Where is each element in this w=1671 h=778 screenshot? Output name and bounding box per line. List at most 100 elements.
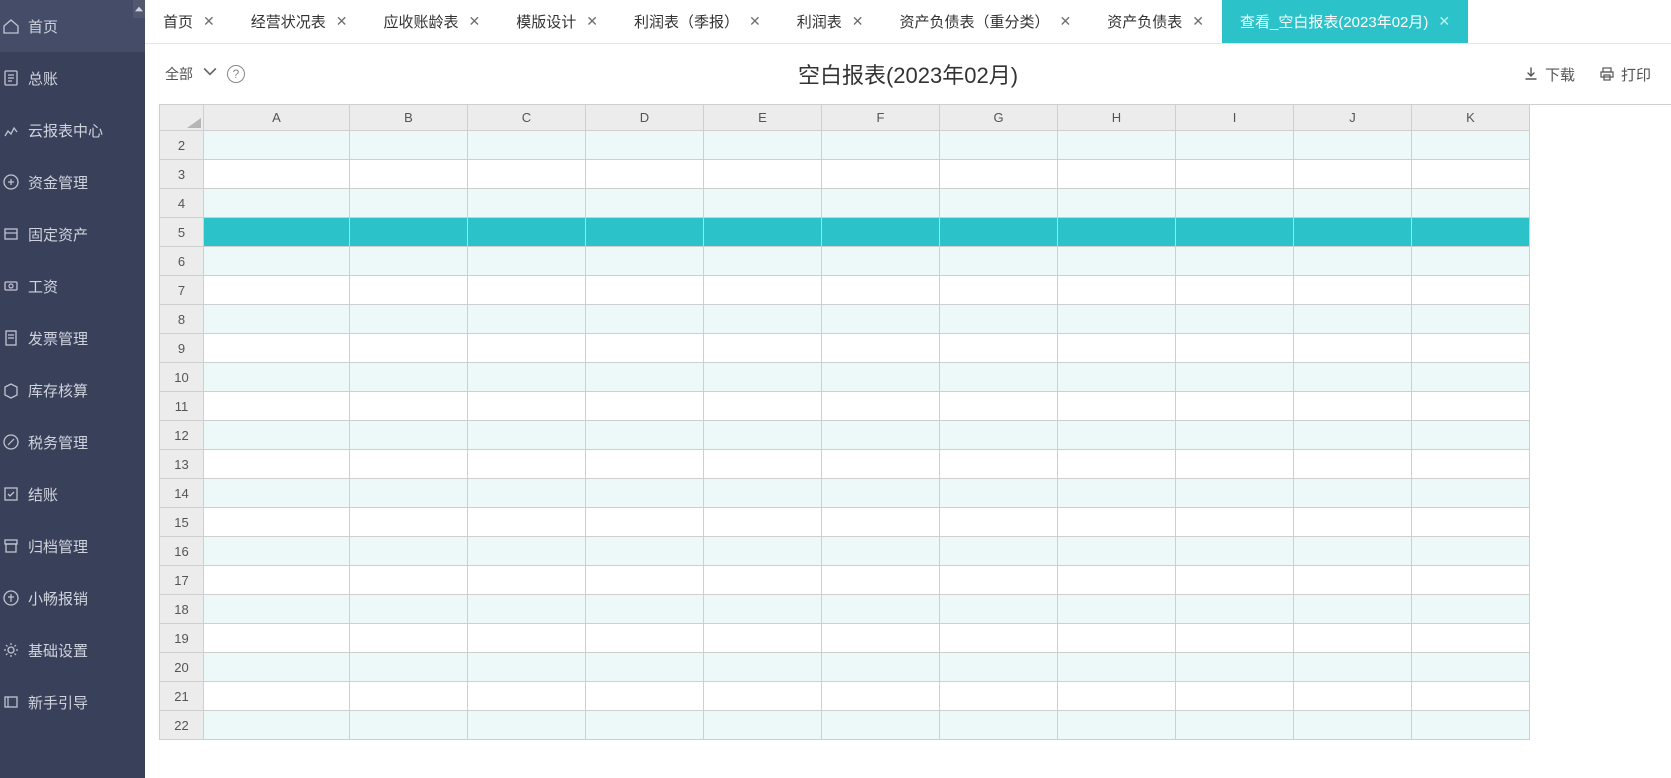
cell-K22[interactable] [1412,711,1530,740]
cell-H18[interactable] [1058,595,1176,624]
cell-D17[interactable] [586,566,704,595]
cell-H7[interactable] [1058,276,1176,305]
cell-I10[interactable] [1176,363,1294,392]
cell-C19[interactable] [468,624,586,653]
col-header-G[interactable]: G [940,105,1058,131]
cell-G5[interactable] [940,218,1058,247]
cell-D18[interactable] [586,595,704,624]
tab-8[interactable]: 查看_空白报表(2023年02月)✕ [1222,0,1468,43]
cell-C22[interactable] [468,711,586,740]
cell-E21[interactable] [704,682,822,711]
cell-J19[interactable] [1294,624,1412,653]
close-icon[interactable]: ✕ [1438,13,1450,30]
cell-A2[interactable] [204,131,350,160]
cell-F11[interactable] [822,392,940,421]
cell-I2[interactable] [1176,131,1294,160]
cell-I21[interactable] [1176,682,1294,711]
cell-J7[interactable] [1294,276,1412,305]
cell-F2[interactable] [822,131,940,160]
cell-D8[interactable] [586,305,704,334]
cell-K15[interactable] [1412,508,1530,537]
row-header-4[interactable]: 4 [160,189,204,218]
sidebar-item-expense[interactable]: 小畅报销 [0,572,145,624]
col-header-B[interactable]: B [350,105,468,131]
cell-A13[interactable] [204,450,350,479]
cell-B2[interactable] [350,131,468,160]
cell-I3[interactable] [1176,160,1294,189]
cell-H19[interactable] [1058,624,1176,653]
col-header-A[interactable]: A [204,105,350,131]
cell-B20[interactable] [350,653,468,682]
row-header-14[interactable]: 14 [160,479,204,508]
col-header-I[interactable]: I [1176,105,1294,131]
cell-F6[interactable] [822,247,940,276]
spreadsheet[interactable]: ABCDEFGHIJK23456789101112131415161718192… [159,104,1671,740]
cell-K16[interactable] [1412,537,1530,566]
cell-C4[interactable] [468,189,586,218]
cell-K10[interactable] [1412,363,1530,392]
cell-H21[interactable] [1058,682,1176,711]
cell-H14[interactable] [1058,479,1176,508]
cell-C13[interactable] [468,450,586,479]
cell-D15[interactable] [586,508,704,537]
cell-E12[interactable] [704,421,822,450]
row-header-11[interactable]: 11 [160,392,204,421]
tab-2[interactable]: 应收账龄表✕ [366,0,499,43]
cell-J12[interactable] [1294,421,1412,450]
cell-E5[interactable] [704,218,822,247]
cell-D5[interactable] [586,218,704,247]
cell-A20[interactable] [204,653,350,682]
cell-B11[interactable] [350,392,468,421]
cell-F17[interactable] [822,566,940,595]
download-button[interactable]: 下载 [1523,64,1575,85]
cell-J10[interactable] [1294,363,1412,392]
cell-H12[interactable] [1058,421,1176,450]
cell-G19[interactable] [940,624,1058,653]
cell-J22[interactable] [1294,711,1412,740]
row-header-18[interactable]: 18 [160,595,204,624]
cell-A5[interactable] [204,218,350,247]
cell-D20[interactable] [586,653,704,682]
cell-B9[interactable] [350,334,468,363]
row-header-10[interactable]: 10 [160,363,204,392]
cell-J4[interactable] [1294,189,1412,218]
cell-J8[interactable] [1294,305,1412,334]
cell-I6[interactable] [1176,247,1294,276]
col-header-K[interactable]: K [1412,105,1530,131]
cell-J17[interactable] [1294,566,1412,595]
cell-J11[interactable] [1294,392,1412,421]
close-icon[interactable]: ✕ [203,13,215,30]
cell-I20[interactable] [1176,653,1294,682]
filter-dropdown[interactable]: 全部 ? [165,64,245,84]
cell-A17[interactable] [204,566,350,595]
sidebar-item-funds[interactable]: 资金管理 [0,156,145,208]
sidebar-item-tax[interactable]: 税务管理 [0,416,145,468]
cell-G3[interactable] [940,160,1058,189]
row-header-3[interactable]: 3 [160,160,204,189]
cell-D16[interactable] [586,537,704,566]
row-header-19[interactable]: 19 [160,624,204,653]
row-header-22[interactable]: 22 [160,711,204,740]
cell-E11[interactable] [704,392,822,421]
cell-K18[interactable] [1412,595,1530,624]
cell-J15[interactable] [1294,508,1412,537]
col-header-H[interactable]: H [1058,105,1176,131]
cell-F16[interactable] [822,537,940,566]
cell-C15[interactable] [468,508,586,537]
cell-K11[interactable] [1412,392,1530,421]
cell-C14[interactable] [468,479,586,508]
cell-B14[interactable] [350,479,468,508]
cell-G13[interactable] [940,450,1058,479]
row-header-21[interactable]: 21 [160,682,204,711]
tab-6[interactable]: 资产负债表（重分类）✕ [882,0,1090,43]
cell-K14[interactable] [1412,479,1530,508]
cell-B3[interactable] [350,160,468,189]
cell-E16[interactable] [704,537,822,566]
cell-G17[interactable] [940,566,1058,595]
cell-H3[interactable] [1058,160,1176,189]
close-icon[interactable]: ✕ [469,13,481,30]
cell-F4[interactable] [822,189,940,218]
cell-B12[interactable] [350,421,468,450]
row-header-16[interactable]: 16 [160,537,204,566]
cell-D9[interactable] [586,334,704,363]
